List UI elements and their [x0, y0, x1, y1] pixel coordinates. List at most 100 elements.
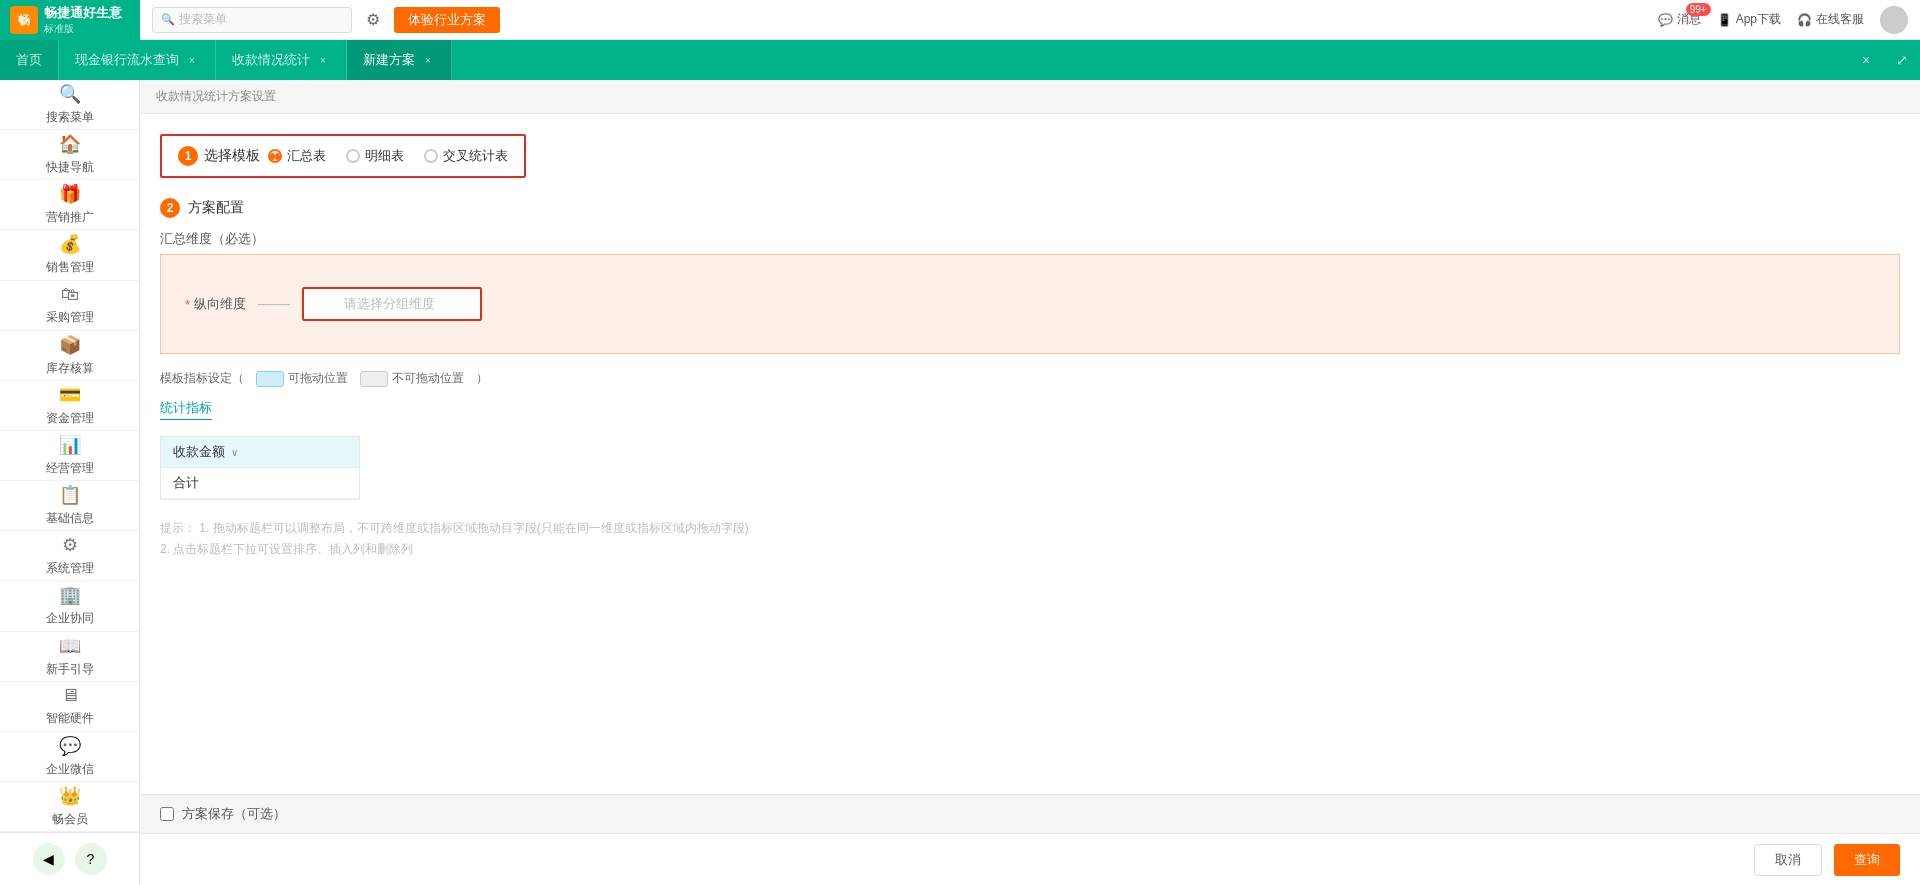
sidebar: 🔍 搜索菜单 🏠 快捷导航 🎁 营销推广 💰 销售管理 🛍 采购管理 📦 库存核…: [0, 80, 140, 885]
col-header-label: 收款金额: [173, 443, 225, 461]
gift-icon: 🎁: [59, 183, 81, 205]
sidebar-item-inventory[interactable]: 📦 库存核算: [0, 331, 139, 381]
tips-line-1: 提示： 1. 拖动标题栏可以调整布局，不可跨维度或指标区域拖动目字段(只能在同一…: [160, 520, 1900, 537]
sidebar-label-system: 系统管理: [46, 560, 94, 577]
service-label: 在线客服: [1816, 11, 1864, 28]
message-icon: 💬: [1658, 13, 1673, 27]
sidebar-label-operation: 经营管理: [46, 460, 94, 477]
download-icon: 📱: [1717, 13, 1732, 27]
tab-newplan[interactable]: 新建方案 ×: [347, 40, 452, 80]
dimension-title: 汇总维度（必选）: [160, 231, 264, 246]
tab-newplan-close[interactable]: ×: [421, 53, 435, 67]
bag-icon: 🛍: [61, 284, 79, 305]
sidebar-item-corp[interactable]: 🏢 企业协同: [0, 581, 139, 631]
sidebar-label-inventory: 库存核算: [46, 360, 94, 377]
logo-icon: 畅: [10, 6, 38, 34]
sidebar-label-finance: 资金管理: [46, 410, 94, 427]
logo-text: 畅捷通好生意: [44, 4, 122, 22]
sidebar-item-purchase[interactable]: 🛍 采购管理: [0, 281, 139, 331]
search-icon: 🔍: [59, 83, 81, 105]
box-icon: 📦: [59, 334, 81, 356]
metrics-section: 模板指标设定（ 可拖动位置 不可拖动位置 ） 统计指标: [160, 370, 1900, 500]
metrics-col-header[interactable]: 收款金额 ∨: [161, 437, 359, 468]
win-close-btn[interactable]: ×: [1848, 40, 1884, 80]
logo-sub: 标准版: [44, 22, 122, 36]
cancel-button[interactable]: 取消: [1754, 844, 1822, 876]
step1-num: 1: [178, 146, 198, 166]
sidebar-item-member[interactable]: 👑 畅会员: [0, 782, 139, 832]
search-placeholder: 搜索菜单: [179, 11, 227, 28]
sidebar-label-basic: 基础信息: [46, 510, 94, 527]
tips-section: 提示： 1. 拖动标题栏可以调整布局，不可跨维度或指标区域拖动目字段(只能在同一…: [160, 520, 1900, 558]
metrics-table: 收款金额 ∨ 合计: [160, 436, 360, 500]
sidebar-item-search[interactable]: 🔍 搜索菜单: [0, 80, 139, 130]
radio-summary[interactable]: 汇总表: [268, 147, 326, 165]
crown-icon: 👑: [59, 785, 81, 807]
download-btn[interactable]: 📱 App下载: [1717, 11, 1781, 28]
service-btn[interactable]: 🎧 在线客服: [1797, 11, 1864, 28]
radio-detail[interactable]: 明细表: [346, 147, 404, 165]
settings-icon[interactable]: ⚙: [360, 7, 386, 33]
building-icon: 🏢: [59, 584, 81, 606]
sidebar-item-guide[interactable]: 📖 新手引导: [0, 632, 139, 682]
money-icon: 💰: [59, 233, 81, 255]
template-radio-group: 汇总表 明细表 交叉统计表: [268, 147, 508, 165]
win-max-btn[interactable]: ⤢: [1884, 40, 1920, 80]
search-icon: 🔍: [161, 13, 175, 26]
metrics-config-prefix: 模板指标设定（: [160, 370, 244, 387]
sidebar-label-nav: 快捷导航: [46, 159, 94, 176]
sidebar-label-marketing: 营销推广: [46, 209, 94, 226]
step1-row: 1 选择模板 汇总表: [160, 134, 1900, 178]
sidebar-item-hardware[interactable]: 🖥 智能硬件: [0, 682, 139, 732]
sidebar-item-system[interactable]: ⚙ 系统管理: [0, 531, 139, 581]
tab-bank-close[interactable]: ×: [185, 53, 199, 67]
sidebar-item-operation[interactable]: 📊 经营管理: [0, 431, 139, 481]
radio-cross-circle: [424, 149, 438, 163]
sidebar-item-sales[interactable]: 💰 销售管理: [0, 230, 139, 280]
search-box[interactable]: 🔍 搜索菜单: [152, 7, 352, 33]
dim-arrow: ——: [258, 295, 290, 313]
industry-btn[interactable]: 体验行业方案: [394, 7, 500, 33]
dimension-placeholder: 请选择分组维度: [344, 295, 435, 313]
card-icon: 💳: [59, 384, 81, 406]
tab-newplan-label: 新建方案: [363, 51, 415, 69]
metrics-config-row: 模板指标设定（ 可拖动位置 不可拖动位置 ）: [160, 370, 1900, 387]
service-icon: 🎧: [1797, 13, 1812, 27]
sidebar-item-nav[interactable]: 🏠 快捷导航: [0, 130, 139, 180]
tab-bank[interactable]: 现金银行流水查询 ×: [59, 40, 216, 80]
bottom-bar: 取消 查询: [140, 833, 1920, 885]
query-button[interactable]: 查询: [1834, 844, 1900, 876]
non-draggable-label: 不可拖动位置: [392, 370, 464, 387]
sidebar-help-icon[interactable]: ?: [75, 843, 107, 875]
sidebar-label-corp: 企业协同: [46, 610, 94, 627]
tab-receipt-close[interactable]: ×: [316, 53, 330, 67]
sidebar-expand-icon[interactable]: ◀: [33, 843, 65, 875]
dimension-select[interactable]: 请选择分组维度: [302, 287, 482, 321]
save-label: 方案保存（可选）: [182, 805, 286, 823]
messages-badge: 99+: [1686, 3, 1711, 16]
dimension-area: * 纵向维度 —— 请选择分组维度: [160, 254, 1900, 354]
chat-icon: 💬: [59, 735, 81, 757]
sidebar-item-finance[interactable]: 💳 资金管理: [0, 381, 139, 431]
step2-label: 方案配置: [188, 199, 244, 217]
footer-save-section: 方案保存（可选）: [140, 794, 1920, 833]
sidebar-item-wechat[interactable]: 💬 企业微信: [0, 732, 139, 782]
sidebar-item-marketing[interactable]: 🎁 营销推广: [0, 180, 139, 230]
radio-detail-circle: [346, 149, 360, 163]
draggable-tag: 可拖动位置: [256, 370, 348, 387]
sidebar-item-basic[interactable]: 📋 基础信息: [0, 481, 139, 531]
avatar[interactable]: [1880, 6, 1908, 34]
tips-line-2: 2. 点击标题栏下拉可设置排序、插入列和删除列: [160, 541, 1900, 558]
chevron-down-icon: ∨: [231, 447, 238, 458]
tab-receipt-label: 收款情况统计: [232, 51, 310, 69]
messages-btn[interactable]: 💬 消息 99+: [1658, 11, 1701, 28]
radio-cross[interactable]: 交叉统计表: [424, 147, 508, 165]
save-checkbox[interactable]: [160, 807, 174, 821]
tab-receipt[interactable]: 收款情况统计 ×: [216, 40, 347, 80]
metrics-label: 统计指标: [160, 399, 212, 420]
tab-home[interactable]: 首页: [0, 40, 59, 80]
sidebar-label-wechat: 企业微信: [46, 761, 94, 778]
step2-num: 2: [160, 198, 180, 218]
draggable-box: [256, 371, 284, 387]
home-icon: 🏠: [59, 133, 81, 155]
